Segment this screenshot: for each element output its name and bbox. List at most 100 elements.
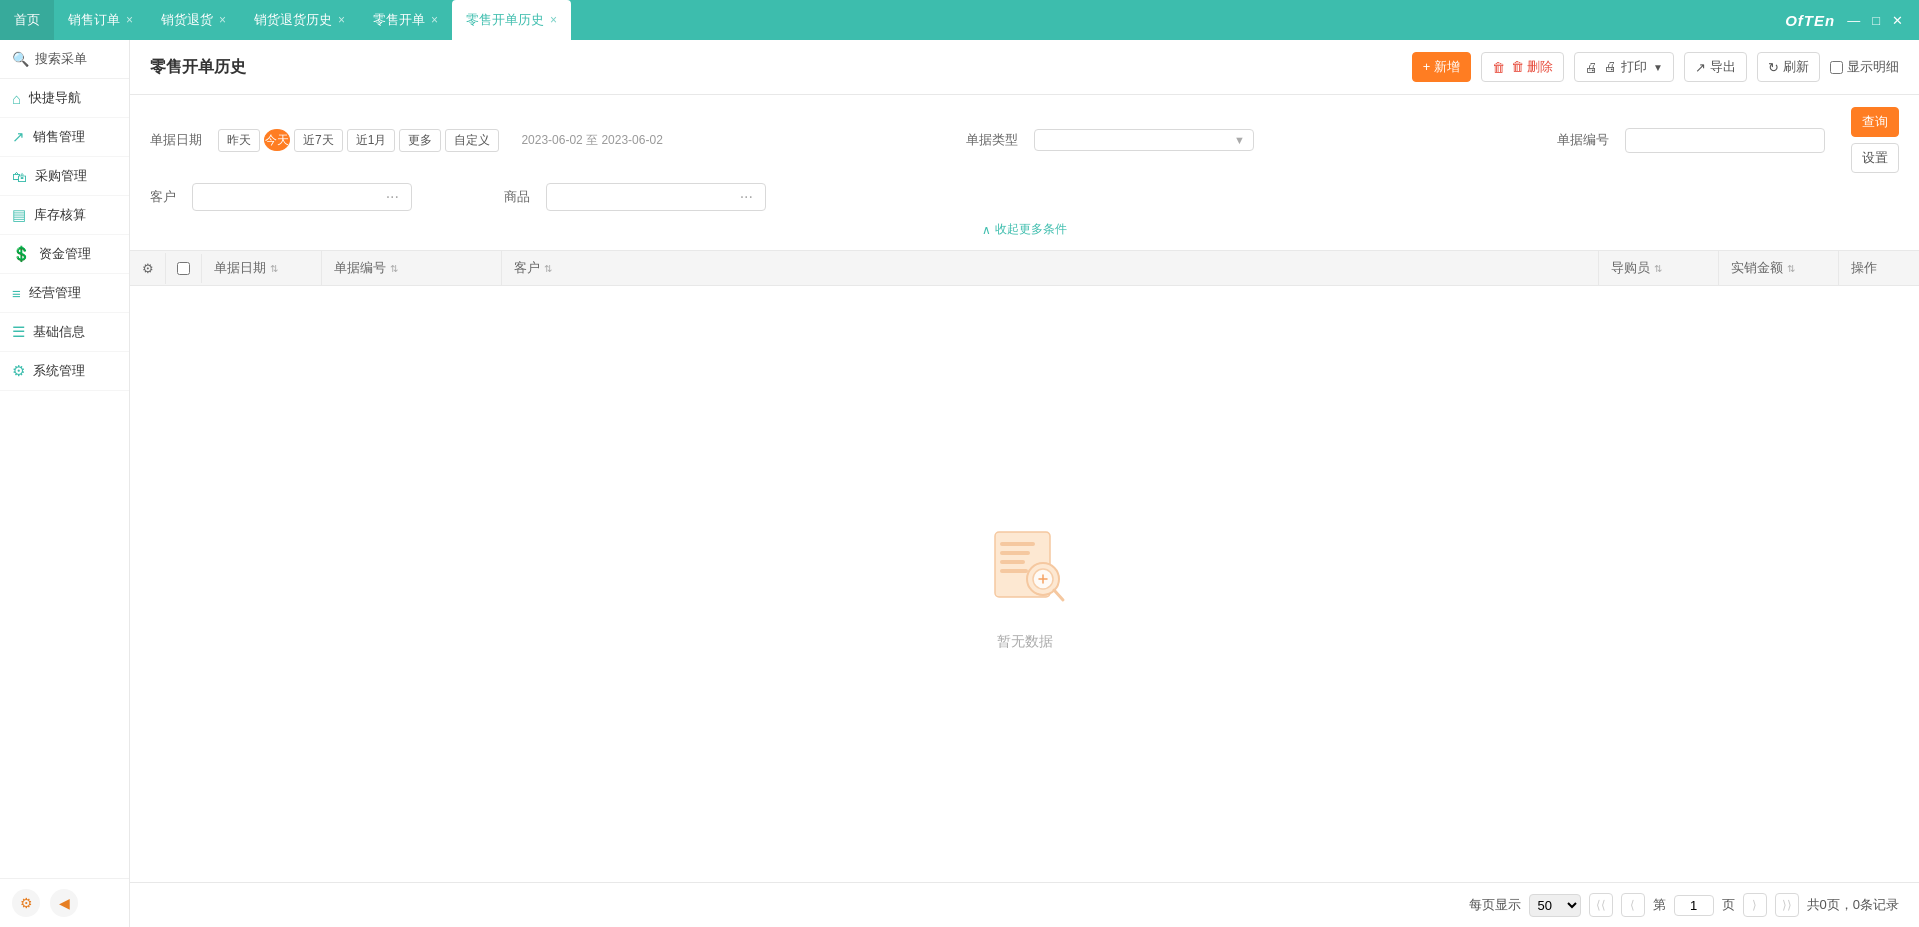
nav-tabs: 首页销售订单 ×销货退货 ×销货退货历史 ×零售开单 ×零售开单历史 × — [0, 0, 1785, 40]
sidebar-item-purchase-mgmt[interactable]: 🛍 采购管理 — [0, 157, 129, 196]
sidebar-label-business-mgmt: 经营管理 — [29, 284, 81, 302]
settings-gear-btn[interactable]: ⚙ — [12, 889, 40, 917]
date-7days-btn[interactable]: 近7天 — [294, 129, 343, 152]
customer-dots-icon: ··· — [382, 188, 403, 206]
purchase-mgmt-icon: 🛍 — [12, 168, 27, 185]
sidebar-item-system-mgmt[interactable]: ⚙ 系统管理 — [0, 352, 129, 391]
date-today-btn[interactable]: 今天 — [264, 129, 290, 151]
sidebar-item-finance-mgmt[interactable]: 💲 资金管理 — [0, 235, 129, 274]
date-filter-label: 单据日期 — [150, 131, 202, 149]
page-size-select[interactable]: 50 100 200 — [1529, 894, 1581, 917]
page-header: 零售开单历史 + 新增 🗑 🗑 删除 🖨 🖨 打印 ▼ ↗ 导出 ↻ — [130, 40, 1919, 95]
sidebar-item-basic-info[interactable]: ☰基础信息 — [0, 313, 129, 352]
th-checkbox[interactable] — [166, 254, 202, 283]
date-custom-btn[interactable]: 自定义 — [445, 129, 499, 152]
maximize-btn[interactable]: □ — [1872, 13, 1880, 28]
print-button[interactable]: 🖨 🖨 打印 ▼ — [1574, 52, 1674, 82]
table-area: ⚙ 单据日期 ⇅ 单据编号 ⇅ 客户 ⇅ 导购员 ⇅ — [130, 251, 1919, 882]
basic-info-icon: ☰ — [12, 323, 25, 341]
page-number-input[interactable]: 1 — [1674, 895, 1714, 916]
nav-tab-retail-open-history[interactable]: 零售开单历史 × — [452, 0, 571, 40]
date-more-btn[interactable]: 更多 — [399, 129, 441, 152]
date-yesterday-btn[interactable]: 昨天 — [218, 129, 260, 152]
collapse-up-icon: ∧ — [982, 223, 991, 237]
tab-close-sales-return-history[interactable]: × — [338, 13, 345, 27]
first-page-btn[interactable]: ⟨⟨ — [1589, 893, 1613, 917]
nav-tab-sales-return[interactable]: 销货退货 × — [147, 0, 240, 40]
collapse-btn-row: ∧ 收起更多条件 — [150, 221, 1899, 238]
customer-filter-input[interactable]: ··· — [192, 183, 412, 211]
amount-sort-icon: ⇅ — [1787, 263, 1795, 274]
minimize-btn[interactable]: — — [1847, 13, 1860, 28]
export-icon: ↗ — [1695, 60, 1706, 75]
table-header: ⚙ 单据日期 ⇅ 单据编号 ⇅ 客户 ⇅ 导购员 ⇅ — [130, 251, 1919, 286]
delete-button[interactable]: 🗑 🗑 删除 — [1481, 52, 1565, 82]
type-filter-label: 单据类型 — [966, 131, 1018, 149]
inventory-icon: ▤ — [12, 206, 26, 224]
sidebar-item-sales-mgmt[interactable]: ↗销售管理 — [0, 118, 129, 157]
svg-rect-4 — [1000, 569, 1028, 573]
content-area: 零售开单历史 + 新增 🗑 🗑 删除 🖨 🖨 打印 ▼ ↗ 导出 ↻ — [130, 40, 1919, 927]
sidebar-item-quick-nav[interactable]: ⌂快捷导航 — [0, 79, 129, 118]
export-button[interactable]: ↗ 导出 — [1684, 52, 1747, 82]
print-dropdown-arrow: ▼ — [1653, 62, 1663, 73]
nav-tab-retail-open[interactable]: 零售开单 × — [359, 0, 452, 40]
sidebar-search[interactable]: 🔍 搜索采单 — [0, 40, 129, 79]
tab-close-retail-open[interactable]: × — [431, 13, 438, 27]
th-settings[interactable]: ⚙ — [130, 253, 166, 284]
goods-filter-input[interactable]: ··· — [546, 183, 766, 211]
collapse-btn[interactable]: ∧ 收起更多条件 — [150, 221, 1899, 238]
refresh-button[interactable]: ↻ 刷新 — [1757, 52, 1820, 82]
num-filter-label: 单据编号 — [1557, 131, 1609, 149]
system-mgmt-icon: ⚙ — [12, 362, 25, 380]
last-page-btn[interactable]: ⟩⟩ — [1775, 893, 1799, 917]
sidebar: 🔍 搜索采单 ⌂快捷导航↗销售管理 🛍 采购管理 ▤库存核算 💲 资金管理 ≡经营管理☰基础… — [0, 40, 130, 927]
top-nav: 首页销售订单 ×销货退货 ×销货退货历史 ×零售开单 ×零售开单历史 × OfT… — [0, 0, 1919, 40]
nav-tab-sales-return-history[interactable]: 销货退货历史 × — [240, 0, 359, 40]
next-page-btn[interactable]: ⟩ — [1743, 893, 1767, 917]
num-filter-input[interactable] — [1625, 128, 1825, 153]
th-guide[interactable]: 导购员 ⇅ — [1599, 251, 1719, 285]
toolbar: + 新增 🗑 🗑 删除 🖨 🖨 打印 ▼ ↗ 导出 ↻ 刷新 — [1412, 52, 1899, 82]
sidebar-label-quick-nav: 快捷导航 — [29, 89, 81, 107]
print-icon: 🖨 — [1585, 60, 1598, 75]
finance-mgmt-icon: 💲 — [12, 245, 31, 263]
select-all-checkbox[interactable] — [177, 262, 190, 275]
date-1month-btn[interactable]: 近1月 — [347, 129, 396, 152]
filter-row-2: 客户 ··· 商品 ··· — [150, 183, 1899, 211]
settings-button[interactable]: 设置 — [1851, 143, 1899, 173]
svg-line-7 — [1054, 590, 1063, 600]
nav-tab-sales-order[interactable]: 销售订单 × — [54, 0, 147, 40]
customer-filter-label: 客户 — [150, 188, 176, 206]
sidebar-label-purchase-mgmt: 采购管理 — [35, 167, 87, 185]
tab-close-sales-return[interactable]: × — [219, 13, 226, 27]
show-detail-checkbox[interactable]: 显示明细 — [1830, 58, 1899, 76]
sidebar-item-business-mgmt[interactable]: ≡经营管理 — [0, 274, 129, 313]
tab-close-sales-order[interactable]: × — [126, 13, 133, 27]
page-label: 第 — [1653, 896, 1666, 914]
close-btn[interactable]: ✕ — [1892, 13, 1903, 28]
prev-page-btn[interactable]: ⟨ — [1621, 893, 1645, 917]
sidebar-label-finance-mgmt: 资金管理 — [39, 245, 91, 263]
th-customer[interactable]: 客户 ⇅ — [502, 251, 1599, 285]
pagination: 每页显示 50 100 200 ⟨⟨ ⟨ 第 1 页 ⟩ ⟩⟩ 共0页，0条记录 — [130, 882, 1919, 927]
collapse-sidebar-btn[interactable]: ◀ — [50, 889, 78, 917]
filter-area: 单据日期 昨天 今天 近7天 近1月 更多 自定义 2023-06-02 至 2… — [130, 95, 1919, 251]
show-detail-input[interactable] — [1830, 61, 1843, 74]
total-info: 共0页，0条记录 — [1807, 896, 1899, 914]
th-amount[interactable]: 实销金额 ⇅ — [1719, 251, 1839, 285]
top-nav-right: OfTEn — □ ✕ — [1785, 12, 1919, 29]
sidebar-item-inventory[interactable]: ▤库存核算 — [0, 196, 129, 235]
type-filter-select[interactable]: ▼ — [1034, 129, 1254, 151]
empty-illustration — [975, 517, 1075, 617]
query-button[interactable]: 查询 — [1851, 107, 1899, 137]
th-num[interactable]: 单据编号 ⇅ — [322, 251, 502, 285]
th-date[interactable]: 单据日期 ⇅ — [202, 251, 322, 285]
tab-close-retail-open-history[interactable]: × — [550, 13, 557, 27]
refresh-icon: ↻ — [1768, 60, 1779, 75]
add-button[interactable]: + 新增 — [1412, 52, 1471, 82]
nav-tab-home[interactable]: 首页 — [0, 0, 54, 40]
sidebar-bottom: ⚙ ◀ — [0, 878, 129, 927]
sidebar-label-system-mgmt: 系统管理 — [33, 362, 85, 380]
main-layout: 🔍 搜索采单 ⌂快捷导航↗销售管理 🛍 采购管理 ▤库存核算 💲 资金管理 ≡经营管理☰基础… — [0, 40, 1919, 927]
